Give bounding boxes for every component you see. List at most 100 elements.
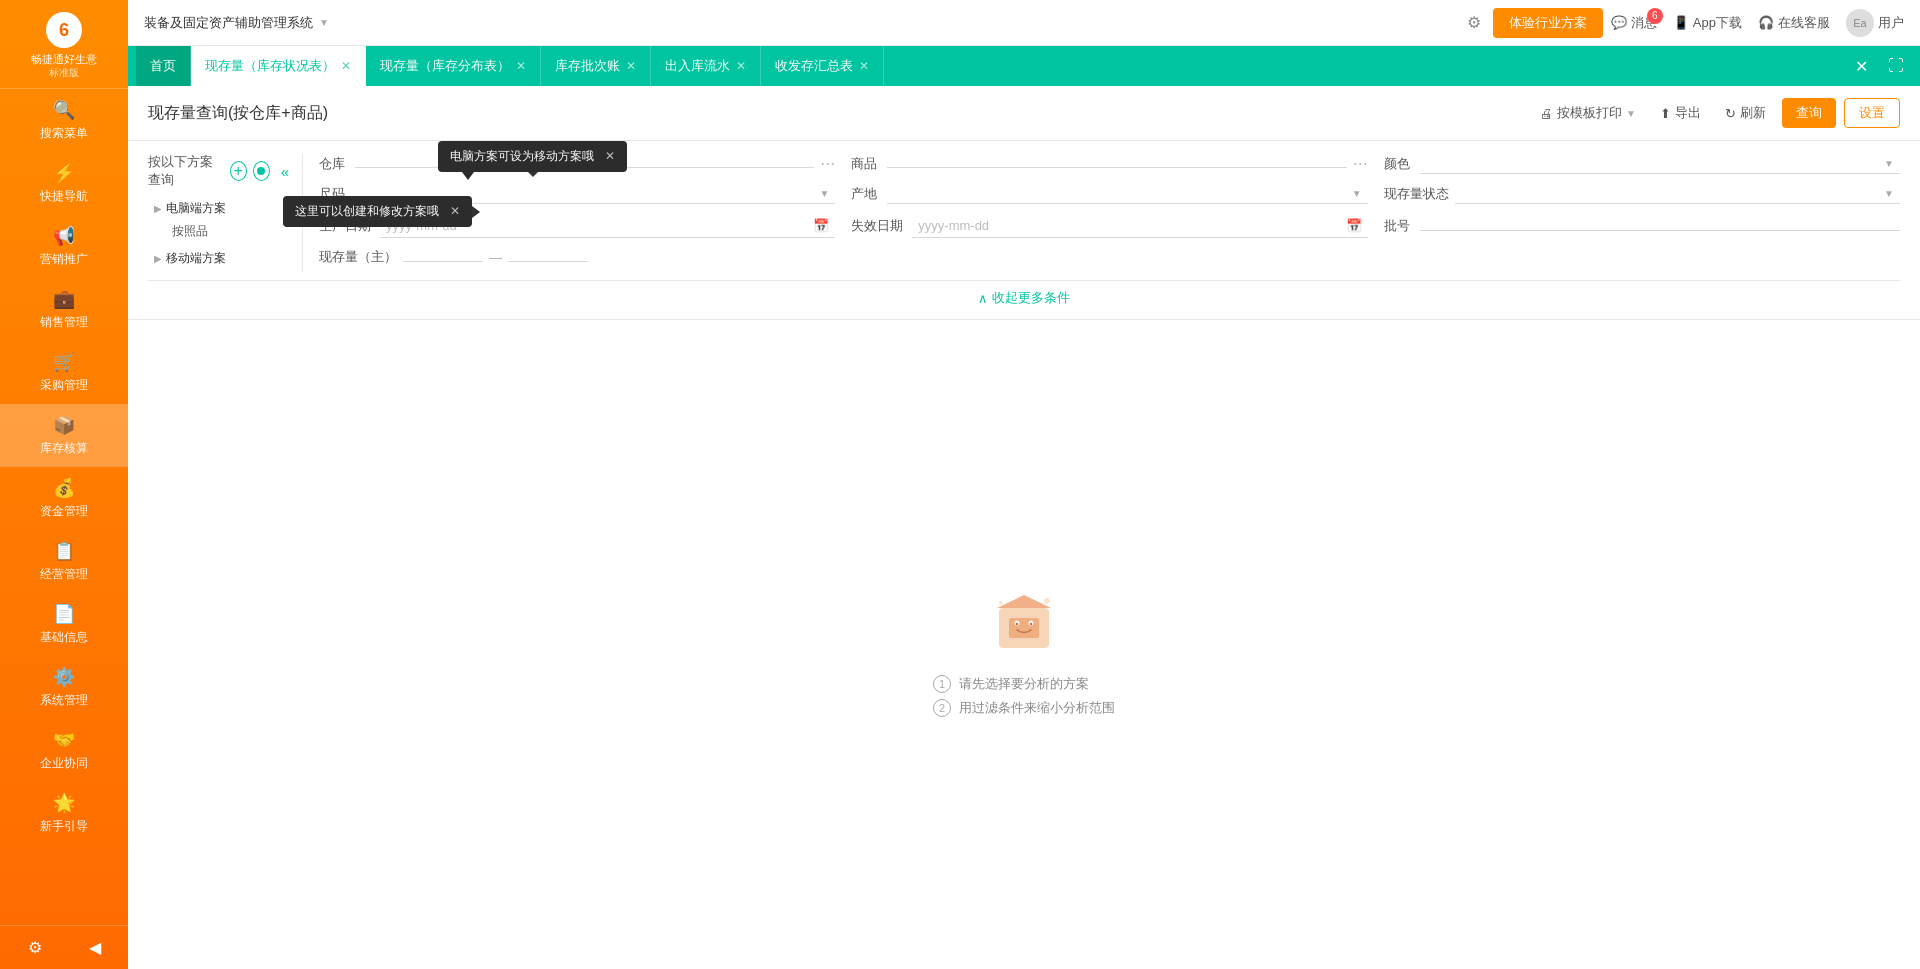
system-dropdown-arrow[interactable]: ▼ (319, 17, 329, 28)
warehouse-dots[interactable]: ··· (820, 153, 835, 174)
settings-bottom-btn[interactable]: ⚙ (24, 934, 46, 961)
mobile-expand-arrow: ▶ (154, 253, 162, 264)
expiry-date-label: 失效日期 (851, 217, 906, 235)
top-header: 装备及固定资产辅助管理系统 ▼ ⚙ 体验行业方案 💬 消息 6 📱 App下载 … (128, 0, 1920, 46)
stock-status-select[interactable]: ▼ (1455, 184, 1900, 204)
close-all-tabs-btn[interactable]: ✕ (1847, 53, 1876, 80)
hint-text-1: 请先选择要分析的方案 (959, 675, 1089, 693)
svg-point-7 (999, 601, 1003, 605)
tab-inventory-status-close[interactable]: ✕ (341, 59, 351, 73)
origin-select[interactable]: ▼ (887, 184, 1367, 204)
sidebar-item-enterprise[interactable]: 🤝 企业协同 (0, 719, 128, 782)
sidebar-item-label: 新手引导 (40, 818, 88, 835)
refresh-btn[interactable]: ↻ 刷新 (1717, 100, 1774, 126)
desktop-scheme-child[interactable]: 按照品 (148, 220, 294, 243)
sales-icon: 💼 (53, 288, 75, 310)
sidebar-item-system[interactable]: ⚙️ 系统管理 (0, 656, 128, 719)
collapse-label: 收起更多条件 (992, 289, 1070, 307)
maximize-btn[interactable]: ⛶ (1880, 53, 1912, 80)
tab-inout-close[interactable]: ✕ (736, 59, 746, 73)
hint-num-2: 2 (933, 699, 951, 717)
sidebar-item-basic[interactable]: 📄 基础信息 (0, 593, 128, 656)
tab-home[interactable]: 首页 (136, 46, 191, 86)
message-btn[interactable]: 💬 消息 6 (1611, 14, 1657, 32)
sidebar-item-guide[interactable]: 🌟 新手引导 (0, 782, 128, 845)
search-button[interactable]: 查询 (1782, 98, 1836, 128)
message-icon: 💬 (1611, 15, 1627, 30)
mobile-scheme-item[interactable]: ▶ 移动端方案 (148, 247, 294, 270)
empty-hint-1: 1 请先选择要分析的方案 (933, 675, 1115, 693)
filter-header: 按以下方案查询 + « (148, 153, 294, 189)
stock-status-label: 现存量状态 (1384, 185, 1449, 203)
sidebar-item-label: 系统管理 (40, 692, 88, 709)
expiry-date-input[interactable]: yyyy-mm-dd 📅 (912, 214, 1367, 238)
template-print-label: 按模板打印 (1557, 104, 1622, 122)
filter-field-stock-qty: 现存量（主） — (319, 248, 599, 266)
sidebar-item-operations[interactable]: 📋 经营管理 (0, 530, 128, 593)
sidebar-item-search[interactable]: 🔍 搜索菜单 (0, 89, 128, 152)
back-scheme-btn[interactable]: « (276, 160, 294, 182)
add-scheme-btn[interactable]: + (230, 161, 247, 181)
settings-icon-btn[interactable]: ⚙ (1463, 9, 1485, 36)
expiry-date-placeholder: yyyy-mm-dd (918, 218, 1345, 233)
tab-summary[interactable]: 收发存汇总表 ✕ (761, 46, 884, 86)
empty-hints: 1 请先选择要分析的方案 2 用过滤条件来缩小分析范围 (933, 675, 1115, 717)
sidebar-item-nav[interactable]: ⚡ 快捷导航 (0, 152, 128, 215)
industry-button[interactable]: 体验行业方案 (1493, 8, 1603, 38)
settings-button[interactable]: 设置 (1844, 98, 1900, 128)
filter-row-3: 生产日期 yyyy-mm-dd 📅 失效日期 yyyy-mm-dd 📅 (319, 214, 1900, 238)
desktop-scheme-item[interactable]: ▶ 电脑端方案 (148, 197, 294, 220)
page-actions: 🖨 按模板打印 ▼ ⬆ 导出 ↻ 刷新 查询 设置 (1532, 98, 1900, 128)
collapse-bar[interactable]: ∧ 收起更多条件 (148, 280, 1900, 311)
collapse-sidebar-btn[interactable]: ◀ (85, 934, 105, 961)
header-right: 💬 消息 6 📱 App下载 🎧 在线客服 Ea 用户 (1611, 9, 1904, 37)
tab-batch[interactable]: 库存批次账 ✕ (541, 46, 651, 86)
sidebar-item-purchase[interactable]: 🛒 采购管理 (0, 341, 128, 404)
template-print-btn[interactable]: 🖨 按模板打印 ▼ (1532, 100, 1644, 126)
export-btn[interactable]: ⬆ 导出 (1652, 100, 1709, 126)
batch-label: 批号 (1384, 217, 1414, 235)
tab-inout[interactable]: 出入库流水 ✕ (651, 46, 761, 86)
tooltip-scheme-close[interactable]: ✕ (605, 149, 615, 163)
goods-dots[interactable]: ··· (1353, 153, 1368, 174)
prod-date-calendar-icon[interactable]: 📅 (813, 218, 829, 233)
tooltip-create-text: 这里可以创建和修改方案哦 (295, 204, 439, 218)
tab-summary-close[interactable]: ✕ (859, 59, 869, 73)
sidebar-item-sales[interactable]: 💼 销售管理 (0, 278, 128, 341)
expiry-date-calendar-icon[interactable]: 📅 (1346, 218, 1362, 233)
goods-input[interactable] (887, 159, 1346, 168)
stock-qty-min[interactable] (403, 253, 483, 262)
sidebar-item-finance[interactable]: 💰 资金管理 (0, 467, 128, 530)
tooltip-create-close[interactable]: ✕ (450, 204, 460, 218)
sidebar: 6 畅捷通好生意 标准版 🔍 搜索菜单 ⚡ 快捷导航 📢 营销推广 💼 销售管理… (0, 0, 128, 969)
filter-row-4: 现存量（主） — (319, 248, 1900, 266)
sidebar-item-label: 资金管理 (40, 503, 88, 520)
batch-input[interactable] (1420, 222, 1900, 231)
filter-field-origin: 产地 ▼ (851, 184, 1367, 204)
online-service-btn[interactable]: 🎧 在线客服 (1758, 14, 1830, 32)
finance-icon: 💰 (53, 477, 75, 499)
tooltip-scheme-text: 电脑方案可设为移动方案哦 (450, 149, 594, 163)
stock-qty-max[interactable] (508, 253, 588, 262)
stock-status-arrow: ▼ (1884, 188, 1894, 199)
app-download-btn[interactable]: 📱 App下载 (1673, 14, 1742, 32)
sidebar-item-marketing[interactable]: 📢 营销推广 (0, 215, 128, 278)
user-btn[interactable]: Ea 用户 (1846, 9, 1904, 37)
tabs-bar: 首页 现存量（库存状况表） ✕ 现存量（库存分布表） ✕ 库存批次账 ✕ 出入库… (128, 46, 1920, 86)
print-dropdown-arrow[interactable]: ▼ (1626, 108, 1636, 119)
tab-inventory-status[interactable]: 现存量（库存状况表） ✕ (191, 46, 366, 86)
filter-field-color: 颜色 ▼ (1384, 154, 1900, 174)
edit-scheme-btn[interactable] (253, 161, 270, 181)
filter-row-2: 尺码 ▼ 产地 ▼ (319, 184, 1900, 204)
refresh-icon: ↻ (1725, 106, 1736, 121)
tab-inventory-dist-close[interactable]: ✕ (516, 59, 526, 73)
sidebar-item-inventory[interactable]: 📦 库存核算 (0, 404, 128, 467)
color-select[interactable]: ▼ (1420, 154, 1900, 174)
tab-batch-close[interactable]: ✕ (626, 59, 636, 73)
sidebar-item-label: 搜索菜单 (40, 125, 88, 142)
avatar-text: Ea (1853, 17, 1866, 29)
logo-badge: 标准版 (49, 66, 79, 80)
chevron-up-icon: ∧ (978, 291, 988, 306)
tab-inventory-dist[interactable]: 现存量（库存分布表） ✕ (366, 46, 541, 86)
sidebar-nav: 🔍 搜索菜单 ⚡ 快捷导航 📢 营销推广 💼 销售管理 🛒 采购管理 📦 库存核… (0, 89, 128, 925)
